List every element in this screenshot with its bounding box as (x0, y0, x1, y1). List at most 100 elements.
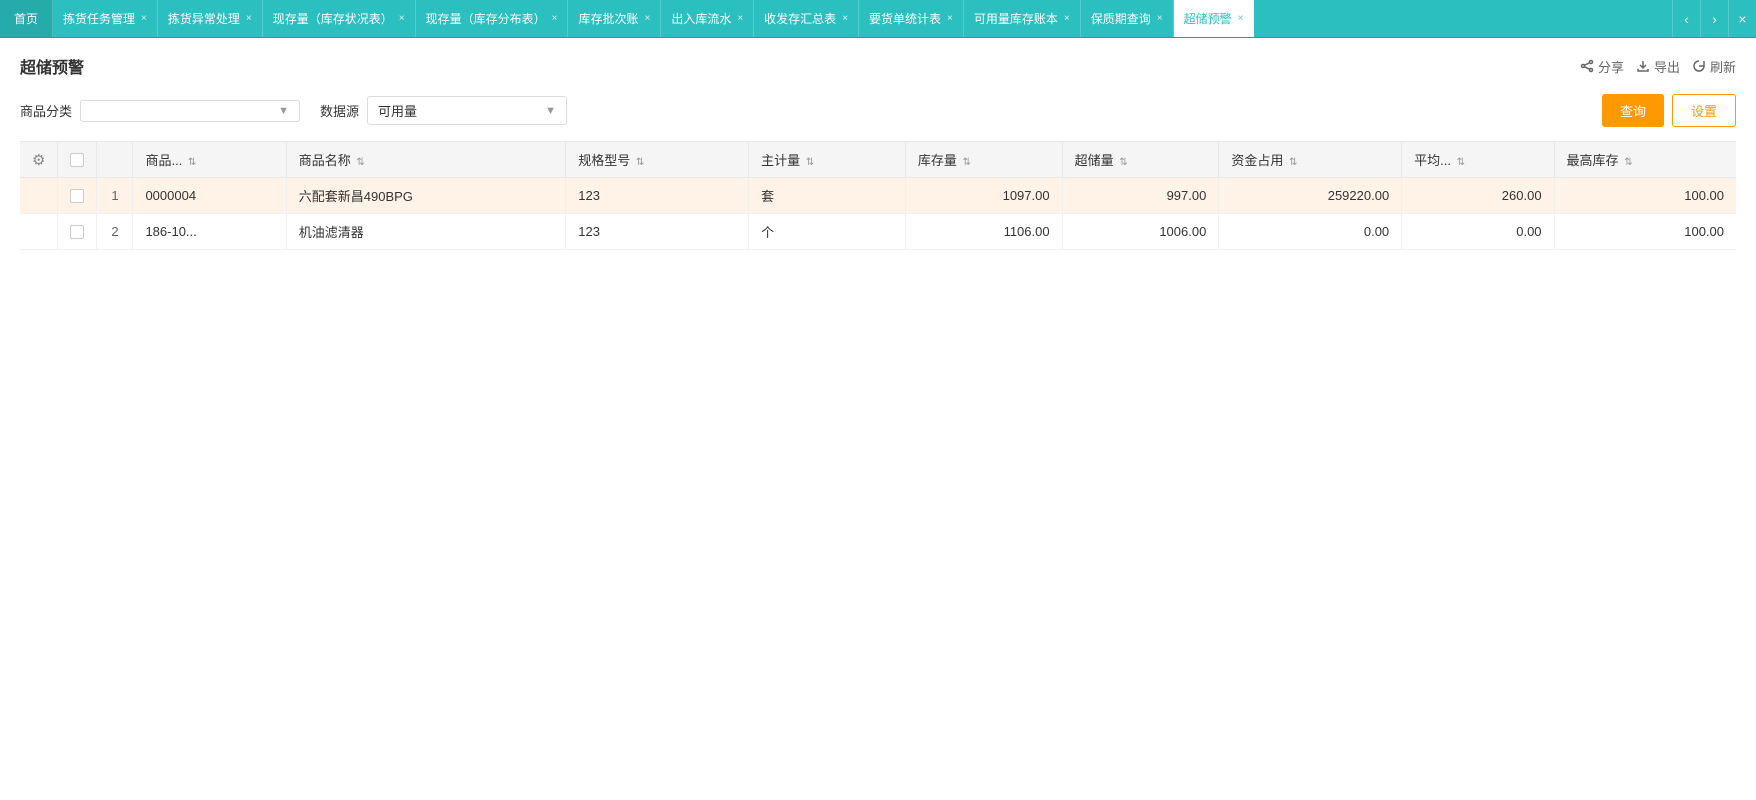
nav-arrow-group: ‹ › × (1672, 0, 1756, 38)
settings-gear-icon[interactable]: ⚙ (32, 152, 45, 169)
nav-tab-1[interactable]: 拣货任务管理 × (53, 0, 158, 38)
nav-home-label: 首页 (14, 10, 38, 27)
td-num-1: 2 (97, 214, 133, 250)
row-checkbox-0[interactable] (70, 189, 84, 203)
nav-tab-3[interactable]: 现存量（库存状况表） × (263, 0, 416, 38)
share-button[interactable]: 分享 (1580, 57, 1624, 76)
datasource-select[interactable]: 可用量 ▼ (367, 96, 567, 125)
table-row: 2 186-10... 机油滤清器 123 个 1106.00 1006.00 … (20, 214, 1736, 250)
category-filter-group: 商品分类 ▼ (20, 100, 300, 122)
td-spec-0: 123 (566, 178, 749, 214)
td-num-0: 1 (97, 178, 133, 214)
td-checkbox-0[interactable] (58, 178, 97, 214)
filter-row: 商品分类 ▼ 数据源 可用量 ▼ 查询 设置 (20, 94, 1736, 127)
nav-tab-11-close[interactable]: × (1238, 13, 1244, 24)
category-dropdown-arrow: ▼ (278, 105, 289, 117)
nav-tab-5[interactable]: 库存批次账 × (568, 0, 661, 38)
nav-tab-3-close[interactable]: × (399, 13, 405, 24)
nav-tab-8-label: 要货单统计表 (869, 10, 941, 27)
th-name-sort-icon: ⇅ (356, 157, 364, 168)
nav-home[interactable]: 首页 (0, 0, 53, 38)
td-checkbox-1[interactable] (58, 214, 97, 250)
th-code[interactable]: 商品... ⇅ (133, 142, 286, 178)
nav-tab-4[interactable]: 现存量（库存分布表） × (416, 0, 569, 38)
th-over[interactable]: 超储量 ⇅ (1062, 142, 1219, 178)
nav-tab-3-label: 现存量（库存状况表） (273, 10, 393, 27)
nav-tab-9-close[interactable]: × (1064, 13, 1070, 24)
th-avg[interactable]: 平均... ⇅ (1402, 142, 1554, 178)
row-checkbox-1[interactable] (70, 225, 84, 239)
td-unit-1: 个 (749, 214, 906, 250)
td-maxstock-0: 100.00 (1554, 178, 1736, 214)
nav-next-arrow[interactable]: › (1700, 0, 1728, 38)
refresh-button[interactable]: 刷新 (1692, 57, 1736, 76)
filter-actions: 查询 设置 (1602, 94, 1736, 127)
table-header-row: ⚙ 商品... ⇅ 商品名称 ⇅ 规格型号 ⇅ (20, 142, 1736, 178)
nav-tab-10-close[interactable]: × (1157, 13, 1163, 24)
th-capital[interactable]: 资金占用 ⇅ (1219, 142, 1402, 178)
th-unit-label: 主计量 (761, 153, 800, 168)
share-label: 分享 (1598, 57, 1624, 76)
nav-tab-2-close[interactable]: × (246, 13, 252, 24)
nav-tab-4-close[interactable]: × (552, 13, 558, 24)
nav-tab-8[interactable]: 要货单统计表 × (859, 0, 964, 38)
nav-tab-5-label: 库存批次账 (578, 10, 638, 27)
th-spec[interactable]: 规格型号 ⇅ (566, 142, 749, 178)
query-button[interactable]: 查询 (1602, 94, 1664, 127)
select-all-checkbox[interactable] (70, 153, 84, 167)
nav-prev-arrow[interactable]: ‹ (1672, 0, 1700, 38)
th-avg-label: 平均... (1414, 153, 1451, 168)
datasource-value: 可用量 (378, 101, 417, 120)
nav-tab-6[interactable]: 出入库流水 × (661, 0, 754, 38)
th-stock[interactable]: 库存量 ⇅ (905, 142, 1062, 178)
settings-button[interactable]: 设置 (1672, 94, 1736, 127)
th-maxstock-sort-icon: ⇅ (1624, 157, 1632, 168)
th-settings[interactable]: ⚙ (20, 142, 58, 178)
export-label: 导出 (1654, 57, 1680, 76)
refresh-label: 刷新 (1710, 57, 1736, 76)
th-name[interactable]: 商品名称 ⇅ (286, 142, 566, 178)
nav-tab-1-close[interactable]: × (141, 13, 147, 24)
th-checkbox[interactable] (58, 142, 97, 178)
th-code-sort-icon: ⇅ (188, 157, 196, 168)
page-title-row: 超储预警 分享 导出 刷新 (20, 54, 1736, 78)
td-avg-0: 260.00 (1402, 178, 1554, 214)
table-body: 1 0000004 六配套新昌490BPG 123 套 1097.00 997.… (20, 178, 1736, 250)
title-actions: 分享 导出 刷新 (1580, 57, 1736, 76)
nav-tab-2[interactable]: 拣货异常处理 × (158, 0, 263, 38)
nav-tab-5-close[interactable]: × (644, 13, 650, 24)
td-spec-1: 123 (566, 214, 749, 250)
td-name-0: 六配套新昌490BPG (286, 178, 566, 214)
td-capital-0: 259220.00 (1219, 178, 1402, 214)
th-name-label: 商品名称 (299, 153, 351, 168)
nav-tab-10-label: 保质期查询 (1091, 10, 1151, 27)
export-button[interactable]: 导出 (1636, 57, 1680, 76)
nav-tab-9[interactable]: 可用量库存账本 × (964, 0, 1081, 38)
td-avg-1: 0.00 (1402, 214, 1554, 250)
nav-more-close[interactable]: × (1728, 0, 1756, 38)
nav-tab-1-label: 拣货任务管理 (63, 10, 135, 27)
th-over-label: 超储量 (1075, 153, 1114, 168)
th-over-sort-icon: ⇅ (1119, 157, 1127, 168)
nav-tab-8-close[interactable]: × (947, 13, 953, 24)
top-navigation: 首页 拣货任务管理 × 拣货异常处理 × 现存量（库存状况表） × 现存量（库存… (0, 0, 1756, 38)
th-maxstock-label: 最高库存 (1567, 153, 1619, 168)
th-maxstock[interactable]: 最高库存 ⇅ (1554, 142, 1736, 178)
datasource-label: 数据源 (320, 101, 359, 120)
td-capital-1: 0.00 (1219, 214, 1402, 250)
datasource-dropdown-arrow: ▼ (545, 105, 556, 117)
td-code-1: 186-10... (133, 214, 286, 250)
category-label: 商品分类 (20, 101, 72, 120)
refresh-icon (1692, 59, 1706, 73)
nav-tab-10[interactable]: 保质期查询 × (1081, 0, 1174, 38)
export-icon (1636, 59, 1650, 73)
th-unit-sort-icon: ⇅ (806, 157, 814, 168)
nav-tab-7[interactable]: 收发存汇总表 × (754, 0, 859, 38)
th-unit[interactable]: 主计量 ⇅ (749, 142, 906, 178)
th-code-label: 商品... (145, 153, 182, 168)
th-capital-sort-icon: ⇅ (1289, 157, 1297, 168)
nav-tab-6-close[interactable]: × (737, 13, 743, 24)
nav-tab-11[interactable]: 超储预警 × (1174, 0, 1255, 38)
nav-tab-7-close[interactable]: × (842, 13, 848, 24)
category-select[interactable]: ▼ (80, 100, 300, 122)
